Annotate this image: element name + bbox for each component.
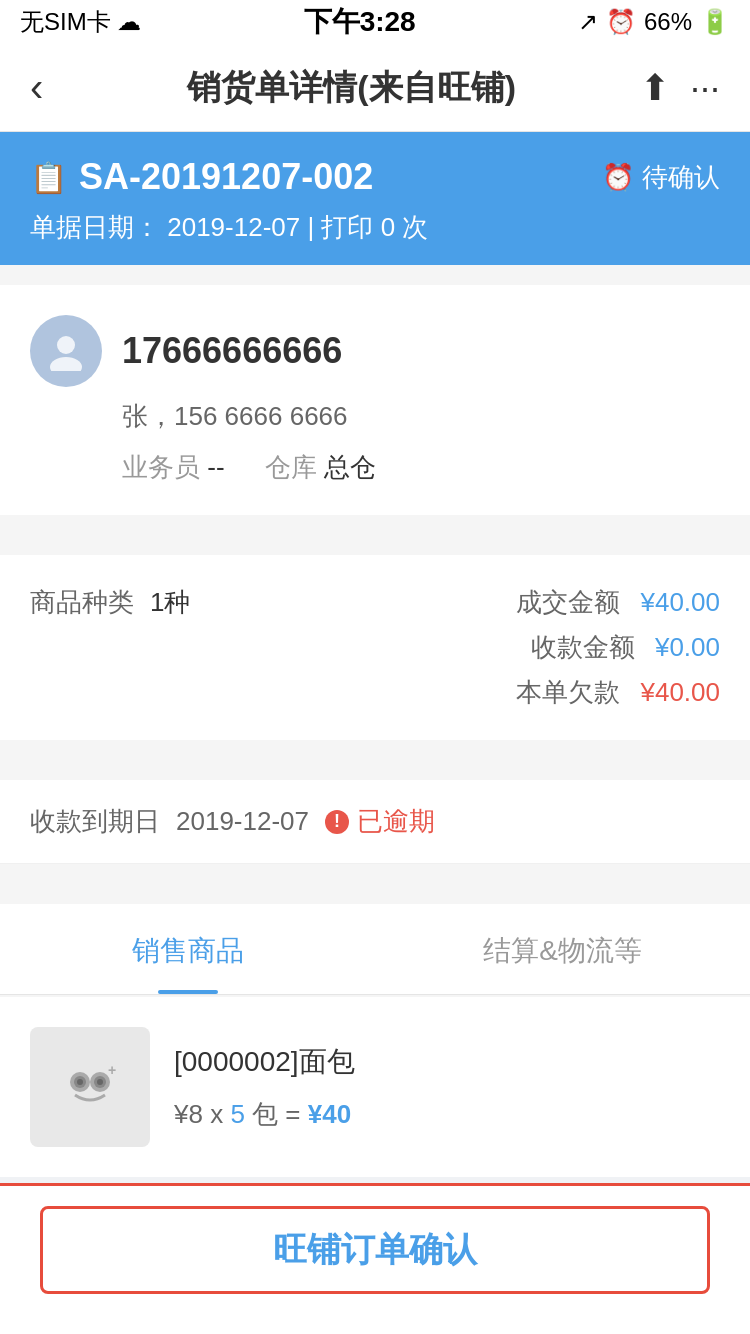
overdue-badge: ! 已逾期 bbox=[325, 804, 435, 839]
order-icon: 📋 bbox=[30, 160, 67, 195]
product-item: + [0000002]面包 ¥8 x 5 包 = ¥40 bbox=[30, 1027, 720, 1147]
stats-section: 商品种类 1种 成交金额 ¥40.00 收款金额 ¥0.00 本单欠款 ¥40.… bbox=[0, 555, 750, 740]
battery-icon: 🔋 bbox=[700, 8, 730, 36]
share-button[interactable]: ⬆ bbox=[640, 67, 670, 109]
product-quantity: 5 bbox=[230, 1099, 244, 1129]
location-icon: ↗ bbox=[578, 8, 598, 36]
overdue-text: 已逾期 bbox=[357, 804, 435, 839]
tab-settlement[interactable]: 结算&物流等 bbox=[375, 904, 750, 994]
multiply-sign: x bbox=[210, 1099, 230, 1129]
received-value: ¥0.00 bbox=[655, 632, 720, 663]
salesman-value: -- bbox=[207, 452, 224, 482]
order-id: SA-20191207-002 bbox=[79, 156, 373, 198]
battery-level: 66% bbox=[644, 8, 692, 36]
page-title: 销货单详情(来自旺铺) bbox=[63, 65, 640, 111]
product-type: 商品种类 1种 bbox=[30, 585, 516, 620]
print-info: 打印 0 次 bbox=[321, 212, 428, 242]
svg-point-1 bbox=[50, 357, 82, 371]
tab-products[interactable]: 销售商品 bbox=[0, 904, 375, 994]
owed-label: 本单欠款 bbox=[516, 675, 620, 710]
product-price-row: ¥8 x 5 包 = ¥40 bbox=[174, 1097, 720, 1132]
customer-section: 17666666666 张，156 6666 6666 业务员 -- 仓库 总仓 bbox=[0, 285, 750, 515]
customer-phone: 17666666666 bbox=[122, 330, 342, 372]
tabs-section: 销售商品 结算&物流等 bbox=[0, 904, 750, 995]
confirm-order-button[interactable]: 旺铺订单确认 bbox=[40, 1206, 710, 1294]
warehouse-label: 仓库 bbox=[265, 452, 317, 482]
due-date-value: 2019-12-07 bbox=[176, 806, 309, 837]
product-unit: 包 bbox=[252, 1099, 278, 1129]
confirm-button-wrap: 旺铺订单确认 bbox=[0, 1183, 750, 1334]
amount-value: ¥40.00 bbox=[640, 587, 720, 618]
status-time: 下午3:28 bbox=[304, 3, 416, 41]
separator: | bbox=[307, 212, 321, 242]
product-price: ¥8 bbox=[174, 1099, 203, 1129]
back-button[interactable]: ‹ bbox=[30, 65, 43, 110]
warehouse-value: 总仓 bbox=[324, 452, 376, 482]
customer-name: 张，156 6666 6666 bbox=[122, 399, 720, 434]
nav-bar: ‹ 销货单详情(来自旺铺) ⬆ ··· bbox=[0, 44, 750, 132]
received-label: 收款金额 bbox=[531, 630, 635, 665]
alarm-icon: ⏰ bbox=[606, 8, 636, 36]
order-status: ⏰ 待确认 bbox=[602, 160, 720, 195]
due-date-section: 收款到期日 2019-12-07 ! 已逾期 bbox=[0, 780, 750, 864]
type-value: 1种 bbox=[150, 585, 190, 620]
equals-sign: = bbox=[285, 1099, 307, 1129]
svg-point-7 bbox=[97, 1079, 103, 1085]
product-name: [0000002]面包 bbox=[174, 1043, 720, 1081]
product-total: ¥40 bbox=[308, 1099, 351, 1129]
product-info: [0000002]面包 ¥8 x 5 包 = ¥40 bbox=[174, 1043, 720, 1132]
date-label: 单据日期： bbox=[30, 212, 160, 242]
more-button[interactable]: ··· bbox=[690, 67, 720, 109]
amount-label: 成交金额 bbox=[516, 585, 620, 620]
clock-icon: ⏰ bbox=[602, 162, 634, 193]
status-bar: 无SIM卡 ☁ 下午3:28 ↗ ⏰ 66% 🔋 bbox=[0, 0, 750, 44]
order-date: 2019-12-07 bbox=[167, 212, 300, 242]
product-thumbnail: + bbox=[30, 1027, 150, 1147]
avatar bbox=[30, 315, 102, 387]
status-right: ↗ ⏰ 66% 🔋 bbox=[578, 8, 730, 36]
salesman-label: 业务员 bbox=[122, 452, 200, 482]
nav-actions: ⬆ ··· bbox=[640, 67, 720, 109]
svg-point-6 bbox=[77, 1079, 83, 1085]
amount-stats: 成交金额 ¥40.00 收款金额 ¥0.00 本单欠款 ¥40.00 bbox=[516, 585, 720, 710]
svg-text:+: + bbox=[108, 1062, 116, 1078]
owed-value: ¥40.00 bbox=[640, 677, 720, 708]
customer-meta: 业务员 -- 仓库 总仓 bbox=[122, 450, 720, 485]
status-left: 无SIM卡 ☁ bbox=[20, 6, 141, 38]
svg-point-0 bbox=[57, 336, 75, 354]
product-section: + [0000002]面包 ¥8 x 5 包 = ¥40 bbox=[0, 997, 750, 1177]
overdue-icon: ! bbox=[325, 810, 349, 834]
type-label: 商品种类 bbox=[30, 585, 134, 620]
order-date-row: 单据日期： 2019-12-07 | 打印 0 次 bbox=[30, 210, 720, 245]
due-date-label: 收款到期日 bbox=[30, 804, 160, 839]
status-label: 待确认 bbox=[642, 160, 720, 195]
order-banner: 📋 SA-20191207-002 ⏰ 待确认 单据日期： 2019-12-07… bbox=[0, 132, 750, 265]
sim-status: 无SIM卡 ☁ bbox=[20, 6, 141, 38]
